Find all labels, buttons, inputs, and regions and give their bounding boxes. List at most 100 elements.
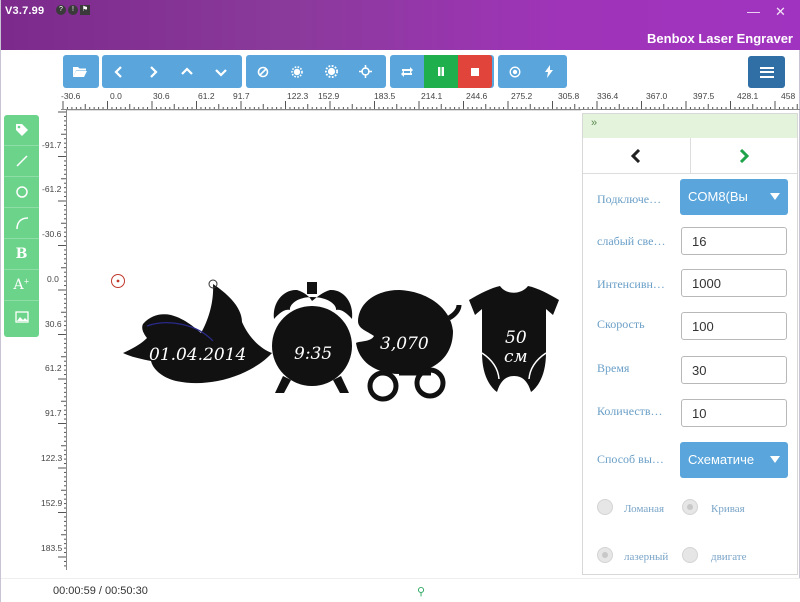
settings-panel: » Подключе… COM8(Вы слабый све… 16 Интен… — [582, 113, 798, 575]
ruler-label: 91.7 — [233, 91, 250, 101]
radio-polyline-label: Ломаная — [624, 503, 665, 515]
design-canvas[interactable]: 01.04.2014 9:35 3,070 50 см — [67, 110, 581, 570]
folder-open-icon[interactable] — [63, 55, 97, 88]
minimize-icon[interactable]: — — [747, 4, 760, 19]
toolbar-move-group — [102, 55, 242, 88]
arrow-down-icon[interactable] — [204, 55, 238, 88]
method-select[interactable]: Схематиче — [680, 442, 788, 478]
elapsed-time: 00:00:59 / 00:50:30 — [53, 585, 148, 597]
ruler-label: -30.6 — [61, 91, 81, 101]
ruler-label: 275.2 — [511, 91, 533, 101]
alarm-clock-shape[interactable]: 9:35 — [272, 282, 353, 393]
bodysuit-shape[interactable]: 50 см — [469, 286, 559, 392]
tool-palette: B A+ — [4, 115, 39, 337]
line-icon[interactable] — [4, 146, 39, 177]
radio-motor[interactable] — [682, 547, 698, 563]
connect-value: COM8(Вы — [688, 189, 748, 204]
ruler-label: 30.6 — [45, 319, 62, 329]
caret-down-icon — [770, 456, 780, 463]
intensity-input[interactable]: 1000 — [681, 269, 787, 297]
speed-input[interactable]: 100 — [681, 312, 787, 340]
weak-light-input[interactable]: 16 — [681, 227, 787, 255]
toolbar-run-group — [390, 55, 494, 88]
radio-laser[interactable] — [597, 547, 613, 563]
ruler-label: 0.0 — [47, 274, 59, 284]
target-icon[interactable] — [498, 55, 532, 88]
horizontal-ruler: -30.6 0.0 30.6 61.2 91.7 122.3 152.9 183… — [61, 90, 800, 110]
tag-icon[interactable] — [4, 115, 39, 146]
time-text: 9:35 — [294, 344, 332, 364]
text-size-icon[interactable]: A+ — [4, 270, 39, 301]
weight-text: 3,070 — [380, 334, 429, 354]
panel-collapse-toggle[interactable]: » — [583, 114, 797, 138]
connect-select[interactable]: COM8(Вы — [680, 179, 788, 215]
speed-label: Скорость — [597, 317, 645, 331]
ruler-label: 152.9 — [41, 498, 63, 508]
pin-icon: ⚲ — [417, 586, 426, 598]
ruler-label: 244.6 — [466, 91, 488, 101]
ruler-label: 458 — [781, 91, 796, 101]
ruler-label: 397.5 — [693, 91, 715, 101]
count-label: Количеств… — [597, 404, 663, 418]
count-input[interactable]: 10 — [681, 399, 787, 427]
arrow-left-icon[interactable] — [102, 55, 136, 88]
app-title: Benbox Laser Engraver — [647, 31, 793, 46]
app-window: V3.7.99 ? ! ⚑ — ✕ Benbox Laser Engraver — [0, 0, 800, 602]
radio-polyline[interactable] — [597, 499, 613, 515]
ruler-label: 152.9 — [318, 91, 340, 101]
flag-icon[interactable]: ⚑ — [80, 5, 90, 15]
close-icon[interactable]: ✕ — [775, 4, 786, 20]
ruler-label: -30.6 — [42, 229, 62, 239]
radio-laser-label: лазерный — [624, 551, 669, 563]
stop-icon[interactable] — [458, 55, 492, 88]
bird-shape[interactable]: 01.04.2014 — [123, 279, 272, 384]
image-icon[interactable] — [4, 301, 39, 332]
intensity-label: Интенсивн… — [597, 277, 665, 291]
ruler-label: 122.3 — [287, 91, 309, 101]
crosshair-icon[interactable] — [348, 55, 382, 88]
time-input[interactable]: 30 — [681, 356, 787, 384]
ruler-label: 30.6 — [153, 91, 170, 101]
chevron-left-icon[interactable] — [583, 138, 691, 173]
ruler-label: 183.5 — [374, 91, 396, 101]
toolbar-file-group — [63, 55, 99, 88]
circle-icon[interactable] — [4, 177, 39, 208]
connect-label: Подключе… — [597, 192, 662, 206]
ruler-label: 61.2 — [198, 91, 215, 101]
radio-curve[interactable] — [682, 499, 698, 515]
system-icons: ? ! ⚑ — [56, 5, 90, 15]
radio-curve-label: Кривая — [711, 503, 745, 515]
date-text: 01.04.2014 — [149, 345, 246, 365]
panel-nav — [583, 138, 797, 174]
repeat-icon[interactable] — [390, 55, 424, 88]
radio-motor-label: двигате — [711, 551, 747, 563]
gear-large-icon[interactable] — [314, 55, 348, 88]
circle-slash-icon[interactable] — [246, 55, 280, 88]
gear-small-icon[interactable] — [280, 55, 314, 88]
ruler-label: 183.5 — [41, 543, 63, 553]
height-unit-text: см — [504, 347, 528, 367]
pause-icon[interactable] — [424, 55, 458, 88]
help-icon[interactable]: ? — [56, 5, 66, 15]
chevron-right-icon[interactable] — [691, 138, 798, 173]
menu-button[interactable] — [748, 56, 785, 88]
ruler-label: 122.3 — [41, 453, 63, 463]
stroller-shape[interactable]: 3,070 — [356, 290, 462, 402]
height-value-text: 50 — [505, 328, 527, 348]
arrow-right-icon[interactable] — [136, 55, 170, 88]
time-label: Время — [597, 361, 630, 375]
origin-marker[interactable] — [111, 274, 125, 288]
status-bar: 00:00:59 / 00:50:30 ⚲ — [1, 578, 800, 602]
info-icon[interactable]: ! — [68, 5, 78, 15]
ruler-label: 214.1 — [421, 91, 443, 101]
arrow-up-icon[interactable] — [170, 55, 204, 88]
bold-text-icon[interactable]: B — [4, 239, 39, 270]
ruler-label: 91.7 — [45, 408, 62, 418]
arc-icon[interactable] — [4, 208, 39, 239]
weak-light-label: слабый све… — [597, 234, 666, 248]
lightning-icon[interactable] — [532, 55, 566, 88]
menu-icon — [759, 66, 774, 78]
ruler-label: 305.8 — [558, 91, 580, 101]
method-label: Способ вы… — [597, 452, 664, 466]
ruler-label: -91.7 — [42, 140, 62, 150]
